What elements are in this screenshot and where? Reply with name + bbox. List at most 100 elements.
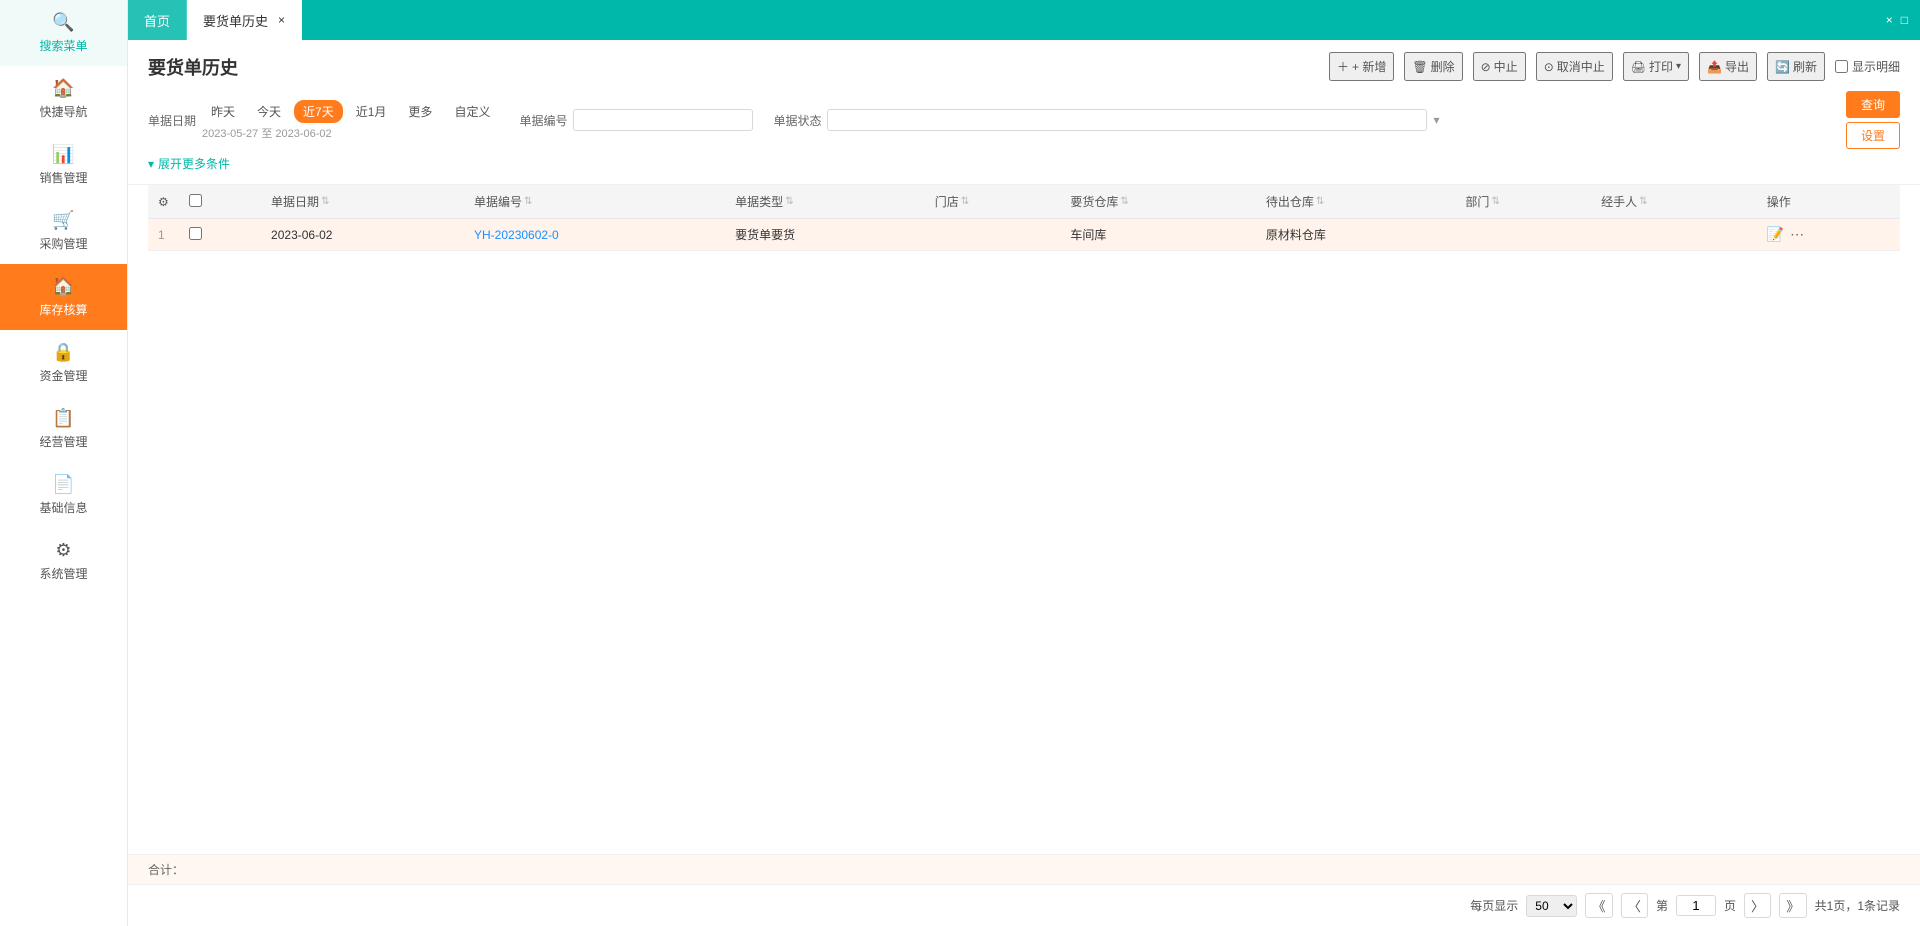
sort-req-wh-icon: ⇅ xyxy=(1120,196,1128,207)
date-quick-btns: 昨天 今天 近7天 近1月 更多 自定义 2023-05-27 至 2023-0… xyxy=(202,100,499,141)
date-btn-1month[interactable]: 近1月 xyxy=(347,100,396,123)
doc-number-link[interactable]: YH-20230602-0 xyxy=(474,228,559,242)
select-all-checkbox[interactable] xyxy=(189,194,202,207)
row-pending-warehouse: 原材料仓库 xyxy=(1256,219,1456,251)
date-btn-custom[interactable]: 自定义 xyxy=(445,100,499,123)
lock-icon: 🔒 xyxy=(52,342,74,363)
print-icon: 🖨 xyxy=(1631,60,1646,74)
sidebar-item-ops-mgmt[interactable]: 📋 经营管理 xyxy=(0,396,127,462)
pagination: 每页显示 50 100 200 《 〈 第 页 〉 》 共1页，1条记录 xyxy=(128,884,1920,926)
next-page-button[interactable]: 〉 xyxy=(1744,893,1771,918)
page-number-input[interactable] xyxy=(1676,895,1716,916)
date-btn-today[interactable]: 今天 xyxy=(248,100,290,123)
row-store xyxy=(925,219,1061,251)
th-doc-type[interactable]: 单据类型⇅ xyxy=(725,185,925,219)
filter-area: 单据日期 昨天 今天 近7天 近1月 更多 自定义 2023-05-27 至 2… xyxy=(128,81,1920,185)
sidebar-item-sys-mgmt[interactable]: ⚙ 系统管理 xyxy=(0,528,127,594)
delete-button[interactable]: 🗑 删除 xyxy=(1404,52,1462,81)
filter-row: 单据日期 昨天 今天 近7天 近1月 更多 自定义 2023-05-27 至 2… xyxy=(148,91,1900,149)
sort-pending-wh-icon: ⇅ xyxy=(1316,196,1324,207)
status-dropdown-icon[interactable]: ▾ xyxy=(1433,113,1439,127)
doc-number-input[interactable] xyxy=(573,109,753,131)
toolbar: ＋ + 新增 🗑 删除 ⊘ 中止 ⊙ 取消中止 🖨 打印 xyxy=(1329,52,1900,81)
summary-label: 合计： xyxy=(148,863,184,877)
row-doc-date: 2023-06-02 xyxy=(261,219,464,251)
th-store[interactable]: 门店⇅ xyxy=(925,185,1061,219)
th-req-warehouse[interactable]: 要货仓库⇅ xyxy=(1060,185,1256,219)
sort-doc-type-icon: ⇅ xyxy=(785,196,793,207)
th-checkbox xyxy=(179,185,261,219)
edit-icon[interactable]: 📝 xyxy=(1767,226,1784,243)
row-req-warehouse: 车间库 xyxy=(1060,219,1256,251)
date-btn-yesterday[interactable]: 昨天 xyxy=(202,100,244,123)
date-range-display: 2023-05-27 至 2023-06-02 xyxy=(202,125,499,141)
doc-number-filter: 单据编号 xyxy=(519,109,753,131)
th-settings[interactable]: ⚙ xyxy=(148,185,179,219)
sidebar-item-search-menu[interactable]: 🔍 搜索菜单 xyxy=(0,0,127,66)
first-page-button[interactable]: 《 xyxy=(1585,893,1612,918)
per-page-select[interactable]: 50 100 200 xyxy=(1526,895,1577,917)
export-button[interactable]: 📤 导出 xyxy=(1699,52,1757,81)
display-detail-checkbox[interactable] xyxy=(1835,60,1848,73)
delete-icon: 🗑 xyxy=(1412,60,1427,74)
row-doc-number: YH-20230602-0 xyxy=(464,219,725,251)
date-btns-row: 昨天 今天 近7天 近1月 更多 自定义 xyxy=(202,100,499,123)
settings-button[interactable]: 设置 xyxy=(1846,122,1900,149)
sidebar-item-inventory-calc[interactable]: 🏠 库存核算 xyxy=(0,264,127,330)
sort-doc-number-icon: ⇅ xyxy=(524,196,532,207)
suspend-button[interactable]: ⊘ 中止 xyxy=(1473,52,1526,81)
row-handler xyxy=(1591,219,1757,251)
th-handler[interactable]: 经手人⇅ xyxy=(1591,185,1757,219)
row-actions: 📝 ⋯ xyxy=(1757,219,1900,251)
date-filter: 单据日期 昨天 今天 近7天 近1月 更多 自定义 2023-05-27 至 2… xyxy=(148,100,499,141)
sidebar-item-quick-nav[interactable]: 🏠 快捷导航 xyxy=(0,66,127,132)
sidebar-item-sales-mgmt[interactable]: 📊 销售管理 xyxy=(0,132,127,198)
window-close-button[interactable]: × xyxy=(1886,13,1893,27)
tab-home[interactable]: 首页 xyxy=(128,0,187,40)
last-page-button[interactable]: 》 xyxy=(1779,893,1806,918)
tab-close-button[interactable]: × xyxy=(278,13,285,27)
row-num: 1 xyxy=(148,219,179,251)
query-button[interactable]: 查询 xyxy=(1846,91,1900,118)
sidebar: 🔍 搜索菜单 🏠 快捷导航 📊 销售管理 🛒 采购管理 🏠 库存核算 🔒 资金管… xyxy=(0,0,128,926)
row-checkbox[interactable] xyxy=(189,227,202,240)
prev-page-button[interactable]: 〈 xyxy=(1621,893,1648,918)
page-suffix: 页 xyxy=(1724,897,1736,914)
tab-requisition-label: 要货单历史 xyxy=(203,11,268,30)
tab-home-label: 首页 xyxy=(144,11,170,30)
display-detail-wrapper: 显示明细 xyxy=(1835,58,1900,75)
date-btn-more[interactable]: 更多 xyxy=(399,100,441,123)
status-label: 单据状态 xyxy=(773,112,821,129)
row-doc-type: 要货单要货 xyxy=(725,219,925,251)
more-icon[interactable]: ⋯ xyxy=(1790,226,1804,243)
sidebar-item-base-info[interactable]: 📄 基础信息 xyxy=(0,462,127,528)
sort-doc-date-icon: ⇅ xyxy=(321,196,329,207)
home-icon: 🏠 xyxy=(52,78,74,99)
window-minimize-button[interactable]: □ xyxy=(1901,13,1908,27)
th-doc-date[interactable]: 单据日期⇅ xyxy=(261,185,464,219)
cancel-suspend-button[interactable]: ⊙ 取消中止 xyxy=(1536,52,1613,81)
date-filter-label: 单据日期 xyxy=(148,112,196,129)
page-header: 要货单历史 ＋ + 新增 🗑 删除 ⊘ 中止 ⊙ 取消中止 xyxy=(128,40,1920,81)
print-dropdown-icon: ▾ xyxy=(1676,61,1681,72)
new-button[interactable]: ＋ + 新增 xyxy=(1329,52,1394,81)
sidebar-item-purchase-mgmt[interactable]: 🛒 采购管理 xyxy=(0,198,127,264)
main-area: 首页 要货单历史 × × □ 要货单历史 ＋ + 新增 🗑 删除 xyxy=(128,0,1920,926)
th-doc-number[interactable]: 单据编号⇅ xyxy=(464,185,725,219)
expand-more-button[interactable]: ▾ 展开更多条件 xyxy=(148,149,1900,174)
th-department[interactable]: 部门⇅ xyxy=(1455,185,1591,219)
inventory-icon: 🏠 xyxy=(52,276,74,297)
status-input[interactable] xyxy=(827,109,1427,131)
th-pending-warehouse[interactable]: 待出仓库⇅ xyxy=(1256,185,1456,219)
suspend-icon: ⊘ xyxy=(1481,60,1491,74)
doc-number-label: 单据编号 xyxy=(519,112,567,129)
date-btn-7days[interactable]: 近7天 xyxy=(294,100,343,123)
cancel-suspend-icon: ⊙ xyxy=(1544,60,1554,74)
refresh-button[interactable]: 🔄 刷新 xyxy=(1767,52,1825,81)
refresh-icon: 🔄 xyxy=(1775,60,1790,74)
sidebar-item-finance-mgmt[interactable]: 🔒 资金管理 xyxy=(0,330,127,396)
plus-icon: ＋ xyxy=(1337,58,1349,75)
cart-icon: 🛒 xyxy=(52,210,74,231)
print-button[interactable]: 🖨 打印 ▾ xyxy=(1623,52,1689,81)
tab-requisition-history[interactable]: 要货单历史 × xyxy=(187,0,302,40)
